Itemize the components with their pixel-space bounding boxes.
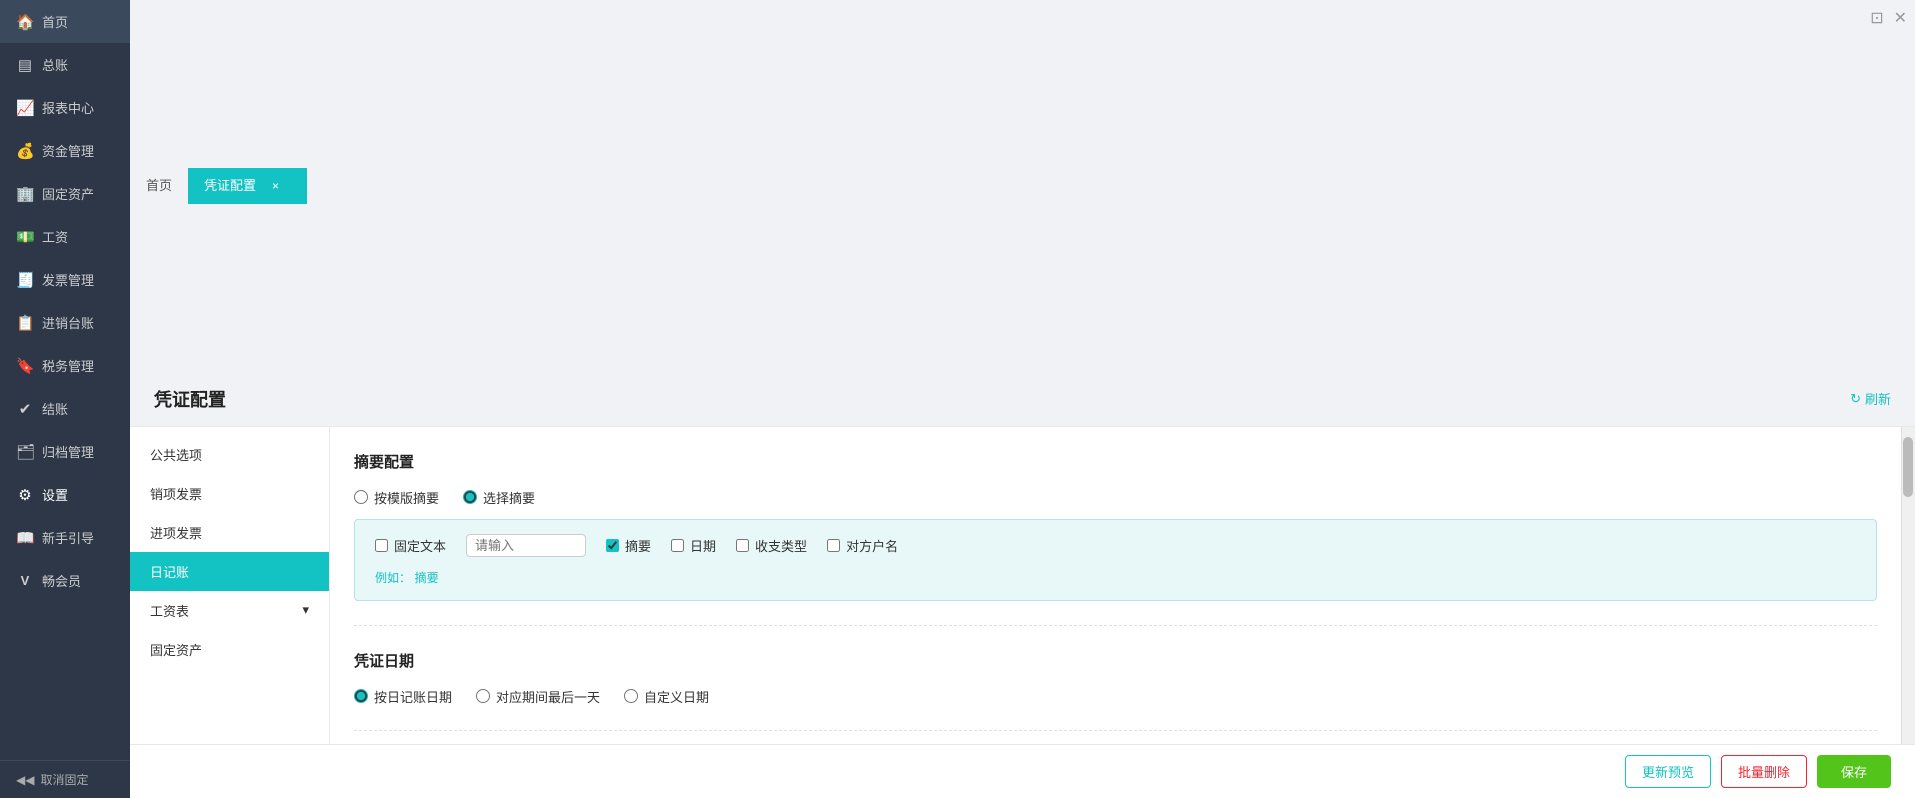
sidebar-item-funds[interactable]: 💰 资金管理 [0,129,130,172]
left-nav-purchase-invoice[interactable]: 进项发票 [130,513,329,552]
ledger-icon: ▤ [16,56,34,74]
scrollbar-thumb[interactable] [1903,437,1913,497]
sidebar-item-reports[interactable]: 📈 报表中心 [0,86,130,129]
tax-icon: 🔖 [16,357,34,375]
summary-section-title: 摘要配置 [354,451,1877,472]
checkbox-date[interactable]: 日期 [671,536,716,555]
voucher-date-custom-input[interactable] [624,689,638,703]
assets-icon: 🏢 [16,185,34,203]
reports-icon: 📈 [16,99,34,117]
sidebar-item-assets[interactable]: 🏢 固定资产 [0,172,130,215]
tab-close-button[interactable]: × [272,168,279,204]
sidebar-item-archive[interactable]: 🗂 归档管理 [0,430,130,473]
member-icon: V [16,573,34,588]
refresh-icon: ↻ [1850,391,1861,407]
sidebar-item-purchase[interactable]: 📋 进销台账 [0,301,130,344]
voucher-date-last-day-input[interactable] [476,689,490,703]
invoice-icon: 🧾 [16,271,34,289]
summary-example: 例如： 摘要 [375,569,1856,586]
summary-radio-select[interactable]: 选择摘要 [463,488,535,507]
update-preview-button[interactable]: 更新预览 [1625,755,1711,788]
checkbox-summary-input[interactable] [606,539,619,552]
batch-delete-button[interactable]: 批量删除 [1721,755,1807,788]
summary-radio-template[interactable]: 按模版摘要 [354,488,439,507]
left-nav-sales-invoice[interactable]: 销项发票 [130,474,329,513]
voucher-date-radio-journal[interactable]: 按日记账日期 [354,687,452,706]
restore-button[interactable]: ⊡ [1870,8,1883,28]
summary-radio-template-input[interactable] [354,490,368,504]
checkbox-income-type[interactable]: 收支类型 [736,536,807,555]
checkbox-income-type-input[interactable] [736,539,749,552]
checkbox-counterparty-input[interactable] [827,539,840,552]
salary-icon: 💵 [16,228,34,246]
sidebar-item-ledger[interactable]: ▤ 总账 [0,43,130,86]
left-nav-fixed-assets[interactable]: 固定资产 [130,630,329,669]
voucher-date-radio-custom[interactable]: 自定义日期 [624,687,709,706]
content-area: 公共选项 销项发票 进项发票 日记账 工资表 ▾ 固定资产 [130,427,1915,798]
sidebar-item-member[interactable]: V 畅会员 [0,559,130,602]
payroll-expand-icon: ▾ [302,602,309,618]
checkbox-counterparty[interactable]: 对方户名 [827,536,898,555]
summary-section: 摘要配置 按模版摘要 选择摘要 [354,427,1877,626]
sidebar-item-settings[interactable]: ⚙ 设置 [0,473,130,516]
left-nav-public[interactable]: 公共选项 [130,435,329,474]
window-controls: ⊡ ✕ [1870,0,1915,36]
tabs-bar: 首页 凭证配置 × ⊡ ✕ [130,0,1915,372]
summary-radio-select-input[interactable] [463,490,477,504]
sidebar: 🏠 首页 ▤ 总账 📈 报表中心 💰 资金管理 🏢 固定资产 💵 工资 🧾 发票… [0,0,130,798]
summary-box: 固定文本 摘要 日期 [354,519,1877,601]
guide-icon: 📖 [16,529,34,547]
panel-body: 摘要配置 按模版摘要 选择摘要 [330,427,1901,798]
archive-icon: 🗂 [16,443,34,461]
voucher-date-title: 凭证日期 [354,650,1877,671]
main-area: 首页 凭证配置 × ⊡ ✕ 凭证配置 ↻ 刷新 公共选项 销项发票 [130,0,1915,798]
closing-icon: ✔ [16,400,34,418]
left-nav: 公共选项 销项发票 进项发票 日记账 工资表 ▾ 固定资产 [130,427,330,798]
summary-checkbox-row: 固定文本 摘要 日期 [375,534,1856,557]
sidebar-item-home[interactable]: 🏠 首页 [0,0,130,43]
checkbox-fixed-text[interactable]: 固定文本 [375,536,446,555]
checkbox-fixed-text-input[interactable] [375,539,388,552]
left-nav-journal[interactable]: 日记账 [130,552,329,591]
tab-voucher-config[interactable]: 凭证配置 × [188,168,307,204]
settings-icon: ⚙ [16,486,34,504]
sidebar-item-closing[interactable]: ✔ 结账 [0,387,130,430]
voucher-date-section: 凭证日期 按日记账日期 对应期间最后一天 自定义日期 [354,626,1877,731]
close-button[interactable]: ✕ [1894,8,1907,28]
refresh-button[interactable]: ↻ 刷新 [1850,389,1891,408]
sidebar-unpin-button[interactable]: ◀◀ 取消固定 [0,760,130,798]
funds-icon: 💰 [16,142,34,160]
purchase-icon: 📋 [16,314,34,332]
voucher-date-radio-last-day[interactable]: 对应期间最后一天 [476,687,600,706]
home-icon: 🏠 [16,13,34,31]
checkbox-date-input[interactable] [671,539,684,552]
sidebar-item-salary[interactable]: 💵 工资 [0,215,130,258]
voucher-date-radio-group: 按日记账日期 对应期间最后一天 自定义日期 [354,687,1877,706]
right-panel: 摘要配置 按模版摘要 选择摘要 [330,427,1901,798]
left-nav-payroll[interactable]: 工资表 ▾ [130,591,329,630]
sidebar-item-invoice[interactable]: 🧾 发票管理 [0,258,130,301]
sidebar-item-guide[interactable]: 📖 新手引导 [0,516,130,559]
page-header: 凭证配置 ↻ 刷新 [130,372,1915,427]
example-value: 摘要 [415,571,439,585]
sidebar-item-tax[interactable]: 🔖 税务管理 [0,344,130,387]
checkbox-summary[interactable]: 摘要 [606,536,651,555]
example-label: 例如： [375,571,411,585]
save-button[interactable]: 保存 [1817,755,1891,788]
scrollbar-track[interactable]: ▼ [1901,427,1915,798]
summary-radio-group: 按模版摘要 选择摘要 [354,488,1877,507]
pin-icon: ◀◀ [16,773,34,787]
page-title: 凭证配置 [154,386,226,412]
voucher-date-journal-input[interactable] [354,689,368,703]
tab-home[interactable]: 首页 [130,168,188,204]
bottom-action-bar: 更新预览 批量删除 保存 [130,744,1915,798]
fixed-text-input[interactable] [466,534,586,557]
